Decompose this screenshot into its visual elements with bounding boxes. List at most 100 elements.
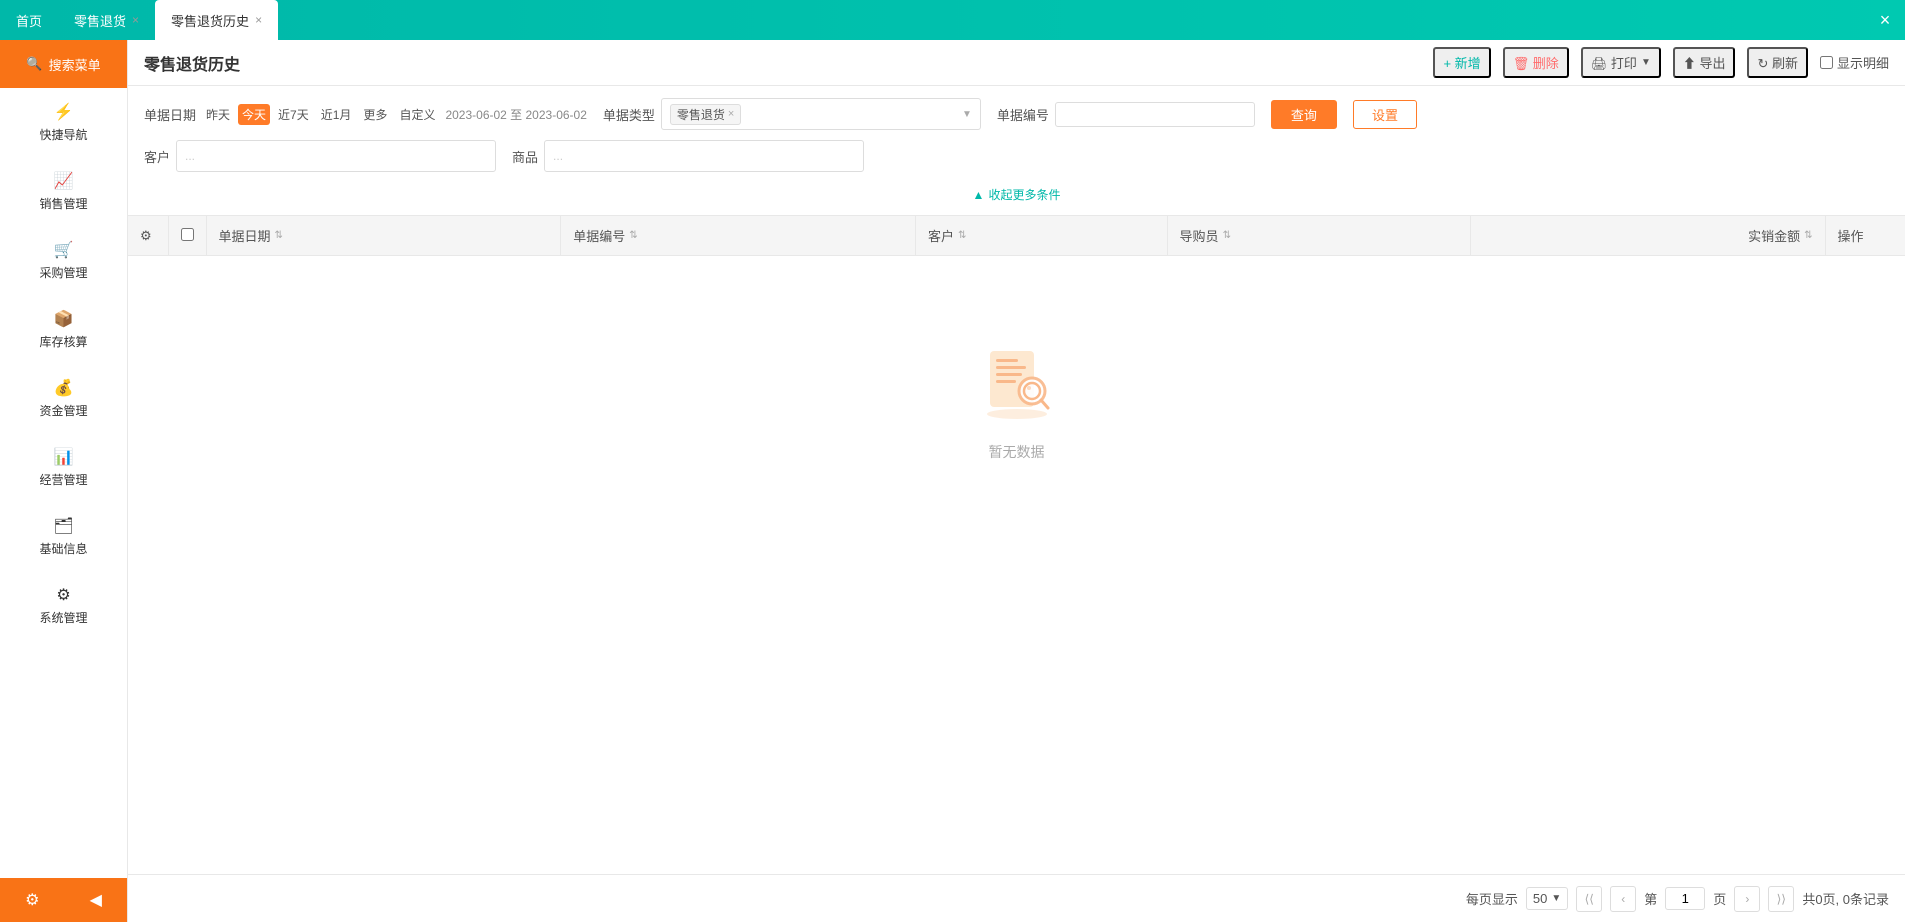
- tab-retail-return-label: 零售退货: [74, 11, 126, 30]
- sidebar-item-basic-info[interactable]: 🗂 基础信息: [0, 502, 127, 571]
- doc-type-tag-label: 零售退货: [677, 106, 725, 123]
- filter-row-1: 单据日期 昨天 今天 近7天 近1月 更多 自定义 2023-06-02 至 2…: [144, 98, 1889, 130]
- main-layout: 🔍 搜索菜单 ⚡ 快捷导航 📈 销售管理 🛒 采购管理 📦 库存核算 💰: [0, 40, 1905, 922]
- date-opt-1month[interactable]: 近1月: [317, 104, 356, 125]
- page-prev-button[interactable]: ‹: [1610, 886, 1636, 912]
- new-button[interactable]: + 新增: [1433, 47, 1490, 78]
- empty-state: 暂无数据: [128, 256, 1905, 502]
- pagination-bar: 每页显示 50 ▼ ⟨⟨ ‹ 第 页 › ⟩⟩ 共0页, 0条记录: [128, 874, 1905, 922]
- page-input[interactable]: [1665, 887, 1705, 910]
- th-customer-sort[interactable]: ⇅: [958, 230, 966, 241]
- sidebar-item-basic-info-label: 基础信息: [39, 540, 87, 557]
- refresh-button-label: ↻ 刷新: [1757, 53, 1798, 72]
- date-opt-today[interactable]: 今天: [238, 104, 270, 125]
- sidebar-item-inventory[interactable]: 📦 库存核算: [0, 295, 127, 364]
- tab-retail-return[interactable]: 零售退货 ×: [58, 0, 155, 40]
- th-date-label: 单据日期: [219, 226, 271, 245]
- th-action: 操作: [1825, 216, 1905, 256]
- sidebar-nav: ⚡ 快捷导航 📈 销售管理 🛒 采购管理 📦 库存核算 💰 资金管理 📊: [0, 88, 127, 878]
- goods-select[interactable]: ...: [544, 140, 864, 172]
- tab-retail-return-history[interactable]: 零售退货历史 ×: [155, 0, 278, 40]
- tab-retail-return-close[interactable]: ×: [132, 13, 139, 27]
- sidebar-settings-icon[interactable]: ⚙: [25, 890, 39, 910]
- sales-icon: 📈: [54, 171, 74, 191]
- date-opt-custom[interactable]: 自定义: [395, 104, 439, 125]
- content-area: 零售退货历史 + 新增 🗑 删除 🖨 打印 ▼ ⬆ 导出 ↻ 刷新: [128, 40, 1905, 922]
- sidebar-item-sales[interactable]: 📈 销售管理: [0, 157, 127, 226]
- customer-select[interactable]: ...: [176, 140, 496, 172]
- customer-label: 客户: [144, 147, 170, 166]
- th-guide[interactable]: 导购员 ⇅: [1167, 216, 1470, 256]
- sidebar-item-system[interactable]: ⚙ 系统管理: [0, 571, 127, 640]
- th-customer-label: 客户: [928, 226, 954, 245]
- delete-button-label: 🗑 删除: [1513, 53, 1559, 72]
- top-bar: 首页 零售退货 × 零售退货历史 × ×: [0, 0, 1905, 40]
- new-button-label: + 新增: [1443, 53, 1480, 72]
- th-date-sort[interactable]: ⇅: [275, 230, 283, 241]
- doc-no-input[interactable]: [1055, 102, 1255, 127]
- th-settings[interactable]: ⚙: [128, 216, 168, 256]
- filter-settings-button[interactable]: 设置: [1353, 100, 1417, 129]
- table-header: ⚙ 单据日期 ⇅ 单据编号: [128, 216, 1905, 256]
- date-opt-yesterday[interactable]: 昨天: [202, 104, 234, 125]
- th-doc-no-sort[interactable]: ⇅: [629, 230, 637, 241]
- th-amount-sort[interactable]: ⇅: [1804, 230, 1812, 241]
- page-size-select[interactable]: 50 ▼: [1526, 887, 1568, 910]
- doc-type-select[interactable]: 零售退货 × ▼: [661, 98, 981, 130]
- sidebar-item-operations[interactable]: 📊 经营管理: [0, 433, 127, 502]
- print-button[interactable]: 🖨 打印 ▼: [1581, 47, 1661, 78]
- refresh-button[interactable]: ↻ 刷新: [1747, 47, 1808, 78]
- export-button-label: ⬆ 导出: [1683, 53, 1726, 72]
- select-all-checkbox[interactable]: [181, 228, 194, 241]
- tab-home[interactable]: 首页: [0, 0, 58, 40]
- sidebar-search-label: 搜索菜单: [49, 55, 101, 74]
- date-opt-more[interactable]: 更多: [359, 104, 391, 125]
- tab-list: 首页 零售退货 × 零售退货历史 ×: [0, 0, 1865, 40]
- sidebar-item-quick-nav[interactable]: ⚡ 快捷导航: [0, 88, 127, 157]
- th-guide-sort[interactable]: ⇅: [1223, 230, 1231, 241]
- window-close-button[interactable]: ×: [1865, 0, 1905, 40]
- th-date[interactable]: 单据日期 ⇅: [206, 216, 561, 256]
- th-customer[interactable]: 客户 ⇅: [915, 216, 1167, 256]
- collapse-filter-button[interactable]: ▲ 收起更多条件: [961, 182, 1073, 207]
- operations-icon: 📊: [54, 447, 74, 467]
- export-button[interactable]: ⬆ 导出: [1673, 47, 1736, 78]
- show-detail-label: 显示明细: [1837, 53, 1889, 72]
- doc-type-tag-close[interactable]: ×: [728, 108, 734, 120]
- query-button[interactable]: 查询: [1271, 100, 1337, 129]
- date-filter-group: 单据日期 昨天 今天 近7天 近1月 更多 自定义 2023-06-02 至 2…: [144, 104, 587, 125]
- sidebar-bottom: ⚙ ◀: [0, 878, 127, 922]
- th-checkbox[interactable]: [168, 216, 206, 256]
- sidebar-item-finance[interactable]: 💰 资金管理: [0, 364, 127, 433]
- show-detail-checkbox[interactable]: [1820, 56, 1833, 69]
- page-first-button[interactable]: ⟨⟨: [1576, 886, 1602, 912]
- customer-filter-group: 客户 ...: [144, 140, 496, 172]
- per-page-label: 每页显示: [1466, 889, 1518, 908]
- th-amount-label: 实销金额: [1748, 226, 1800, 245]
- tab-home-label: 首页: [16, 11, 42, 30]
- empty-text: 暂无数据: [989, 442, 1045, 462]
- header-actions: + 新增 🗑 删除 🖨 打印 ▼ ⬆ 导出 ↻ 刷新 显示明细: [1433, 47, 1889, 78]
- collapse-up-icon: ▲: [973, 188, 985, 202]
- th-doc-no[interactable]: 单据编号 ⇅: [561, 216, 916, 256]
- date-opt-7days[interactable]: 近7天: [274, 104, 313, 125]
- date-options: 昨天 今天 近7天 近1月 更多 自定义: [202, 104, 439, 125]
- filter-settings-label: 设置: [1372, 108, 1398, 123]
- th-amount[interactable]: 实销金额 ⇅: [1470, 216, 1825, 256]
- delete-button[interactable]: 🗑 删除: [1503, 47, 1569, 78]
- page-last-button[interactable]: ⟩⟩: [1768, 886, 1794, 912]
- total-label: 共0页, 0条记录: [1802, 889, 1889, 908]
- page-header: 零售退货历史 + 新增 🗑 删除 🖨 打印 ▼ ⬆ 导出 ↻ 刷新: [128, 40, 1905, 86]
- sidebar: 🔍 搜索菜单 ⚡ 快捷导航 📈 销售管理 🛒 采购管理 📦 库存核算 💰: [0, 40, 128, 922]
- date-range-display: 2023-06-02 至 2023-06-02: [445, 106, 586, 123]
- sidebar-item-inventory-label: 库存核算: [39, 333, 87, 350]
- finance-icon: 💰: [54, 378, 74, 398]
- page-label: 第: [1644, 889, 1657, 908]
- tab-retail-return-history-close[interactable]: ×: [255, 13, 262, 27]
- sidebar-search[interactable]: 🔍 搜索菜单: [0, 40, 127, 88]
- sidebar-item-purchase[interactable]: 🛒 采购管理: [0, 226, 127, 295]
- collapse-filter-label: 收起更多条件: [988, 186, 1060, 203]
- show-detail-toggle[interactable]: 显示明细: [1820, 53, 1889, 72]
- sidebar-collapse-icon[interactable]: ◀: [90, 890, 102, 910]
- page-next-button[interactable]: ›: [1734, 886, 1760, 912]
